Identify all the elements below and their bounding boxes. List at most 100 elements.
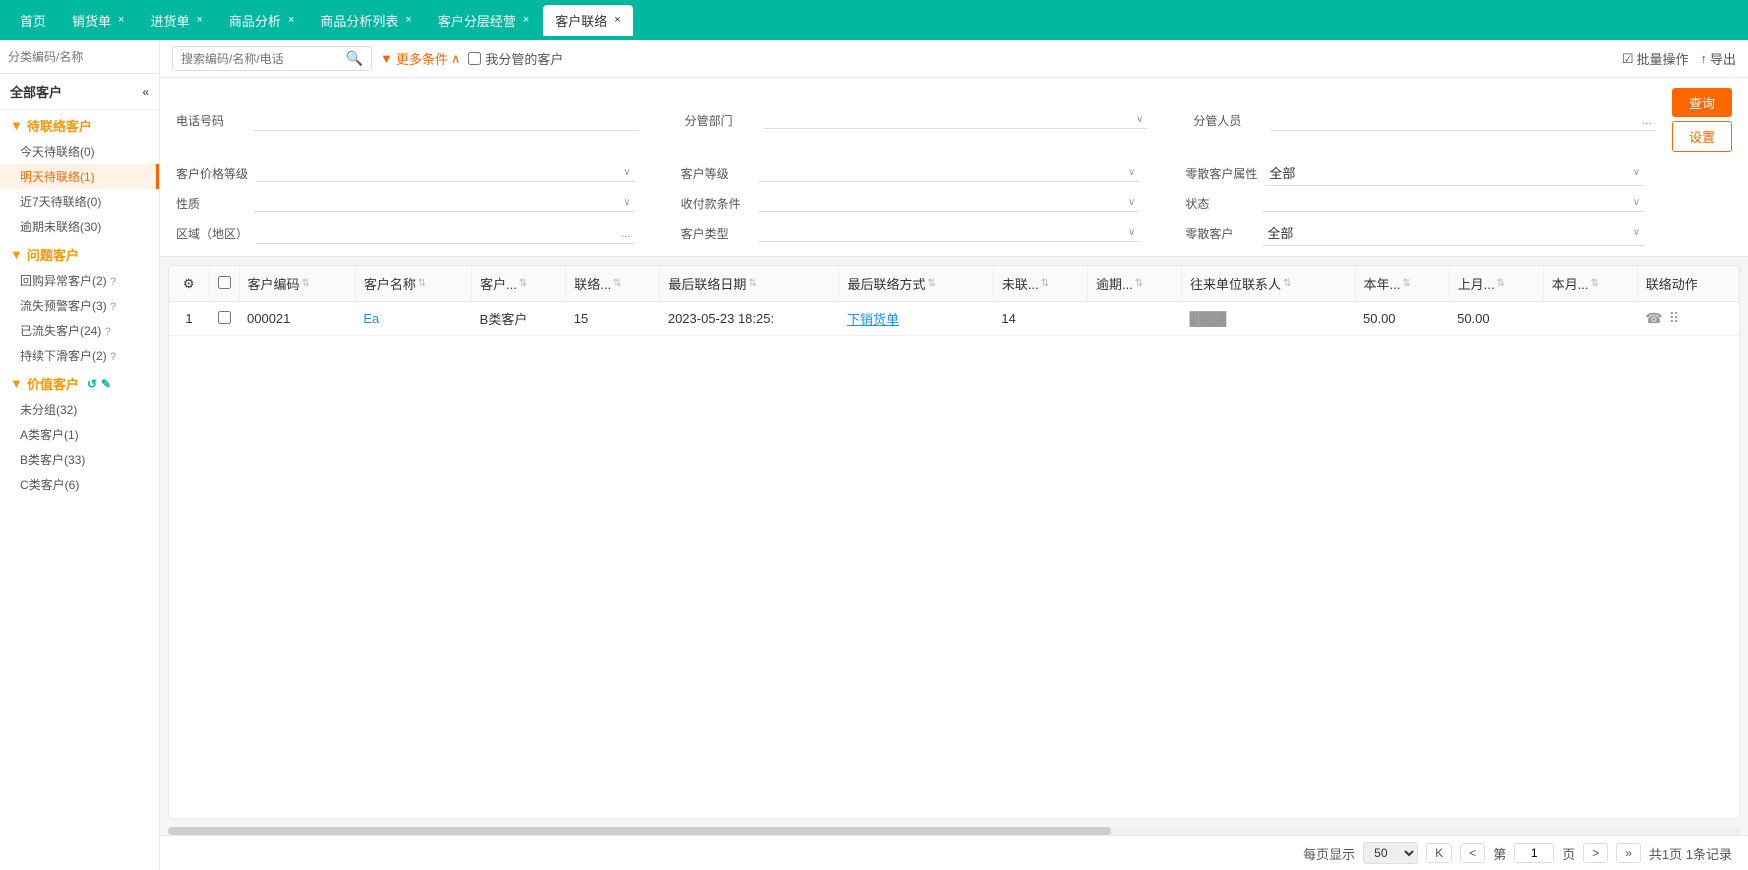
dept-select[interactable]: ∨: [763, 111, 1148, 129]
dots-icon[interactable]: ...: [1642, 113, 1652, 127]
col-header-overdue[interactable]: 逾期...⇅: [1087, 266, 1181, 302]
sidebar-all-customers[interactable]: 全部客户 «: [0, 74, 159, 110]
col-header-customer-name[interactable]: 客户名称⇅: [355, 266, 471, 302]
col-header-this-year[interactable]: 本年...⇅: [1355, 266, 1449, 302]
chevron-down-icon: ∨: [1136, 114, 1143, 125]
nav-sales-order[interactable]: 销货单 ×: [60, 5, 136, 36]
page-unit: 页: [1562, 844, 1575, 863]
col-header-settings[interactable]: ⚙: [169, 266, 209, 302]
batch-operation-btn[interactable]: ☑ 批量操作: [1622, 49, 1689, 68]
export-btn[interactable]: ↑ 导出: [1700, 49, 1736, 68]
search-icon[interactable]: 🔍: [346, 50, 363, 67]
status-label: 状态: [1185, 195, 1255, 212]
sidebar-item-class-b[interactable]: B类客户(33): [0, 447, 159, 472]
row-last-contact-method[interactable]: 下销货单: [839, 302, 993, 336]
sidebar-item-today-pending[interactable]: 今天待联络(0): [0, 139, 159, 164]
col-header-contact-count[interactable]: 联络...⇅: [566, 266, 660, 302]
content-area: 🔍 ▼ 更多条件 ∧ 我分管的客户 ☑ 批量操作 ↑ 导出: [160, 40, 1748, 870]
sidebar-item-7days-pending[interactable]: 近7天待联络(0): [0, 189, 159, 214]
table-row: 1 000021 Ea B类客户 15 2023-05-23 18:25: 下销…: [169, 302, 1739, 336]
phone-input[interactable]: [254, 110, 639, 131]
row-contact-person: ████: [1182, 302, 1355, 336]
sort-icon-2: ⇅: [418, 278, 426, 289]
nav-customer-contact[interactable]: 客户联络 ×: [543, 5, 632, 36]
filter-nature: 性质 ∨: [176, 194, 635, 212]
col-header-customer-type[interactable]: 客户...⇅: [472, 266, 566, 302]
retail-attr-select[interactable]: 全部 ∨: [1265, 160, 1644, 186]
col-header-last-month[interactable]: 上月...⇅: [1449, 266, 1543, 302]
col-header-this-month[interactable]: 本月...⇅: [1543, 266, 1637, 302]
first-page-btn[interactable]: K: [1426, 843, 1452, 863]
query-button[interactable]: 查询: [1672, 88, 1732, 117]
sidebar-search-input[interactable]: [8, 50, 160, 64]
sidebar-item-churn-warning[interactable]: 流失预警客户(3) ?: [0, 293, 159, 318]
sidebar-item-declining[interactable]: 持续下滑客户(2) ?: [0, 343, 159, 368]
action-more-icon[interactable]: ⠿: [1669, 310, 1679, 327]
contact-method-link[interactable]: 下销货单: [847, 312, 899, 327]
price-level-select[interactable]: ∨: [256, 164, 635, 182]
col-header-checkbox[interactable]: [209, 266, 239, 302]
search-input[interactable]: [181, 52, 342, 66]
chevron-down-icon-6: ∨: [1128, 197, 1135, 208]
row-checkbox[interactable]: [209, 302, 239, 336]
retail-customer-select[interactable]: 全部 ∨: [1263, 220, 1644, 246]
sort-icon-8: ⇅: [1135, 278, 1143, 289]
region-select[interactable]: ...: [256, 223, 635, 244]
payment-select[interactable]: ∨: [759, 194, 1140, 212]
person-select[interactable]: ...: [1271, 110, 1656, 131]
nav-close-icon[interactable]: ×: [118, 14, 124, 26]
action-phone-icon[interactable]: ☎: [1645, 310, 1662, 327]
customer-level-select[interactable]: ∨: [759, 164, 1140, 182]
select-all-checkbox[interactable]: [218, 276, 231, 289]
sidebar-item-class-c[interactable]: C类客户(6): [0, 472, 159, 497]
nav-close-icon-5[interactable]: ×: [523, 14, 529, 26]
sidebar-item-tomorrow-pending[interactable]: 明天待联络(1): [0, 164, 159, 189]
row-customer-name[interactable]: Ea: [355, 302, 471, 336]
row-select-checkbox[interactable]: [218, 311, 231, 324]
chevron-down-icon-7: ∨: [1633, 197, 1640, 208]
nav-close-icon-4[interactable]: ×: [405, 14, 411, 26]
row-last-month: 50.00: [1449, 302, 1543, 336]
nav-close-icon-3[interactable]: ×: [288, 14, 294, 26]
filter-status: 状态 ∨: [1185, 194, 1644, 212]
page-size-select[interactable]: 50 20 100: [1363, 842, 1418, 864]
sidebar-item-ungrouped[interactable]: 未分组(32): [0, 397, 159, 422]
col-header-last-contact-date[interactable]: 最后联络日期⇅: [660, 266, 839, 302]
sidebar-item-class-a[interactable]: A类客户(1): [0, 422, 159, 447]
nav-product-analysis[interactable]: 商品分析 ×: [217, 5, 306, 36]
col-header-last-contact-method[interactable]: 最后联络方式⇅: [839, 266, 993, 302]
filter-customer-level: 客户等级 ∨: [681, 164, 1140, 182]
nav-home[interactable]: 首页: [8, 5, 58, 36]
next-page-btn[interactable]: >: [1583, 843, 1608, 863]
scrollbar-thumb[interactable]: [168, 827, 1111, 835]
col-header-customer-code[interactable]: 客户编码⇅: [239, 266, 355, 302]
nav-customer-stratification[interactable]: 客户分层经营 ×: [426, 5, 541, 36]
status-select[interactable]: ∨: [1263, 194, 1644, 212]
sidebar-item-overdue-contact[interactable]: 逾期未联络(30): [0, 214, 159, 239]
my-customers-check[interactable]: [468, 52, 481, 65]
row-customer-code[interactable]: 000021: [239, 302, 355, 336]
advanced-filters: 电话号码 分管部门 ∨ 分管人员 ...: [160, 78, 1748, 257]
filter-row-2: 客户价格等级 ∨ 客户等级 ∨ 零散客户属性: [176, 160, 1732, 186]
sidebar-collapse-icon[interactable]: «: [142, 85, 149, 99]
nav-product-analysis-list[interactable]: 商品分析列表 ×: [308, 5, 423, 36]
row-last-contact-date: 2023-05-23 18:25:: [660, 302, 839, 336]
sidebar-item-churned[interactable]: 已流失客户(24) ?: [0, 318, 159, 343]
col-header-contact-person[interactable]: 往来单位联系人⇅: [1182, 266, 1355, 302]
col-header-uncontacted[interactable]: 未联...⇅: [993, 266, 1087, 302]
sidebar-item-abnormal-repurchase[interactable]: 回购异常客户(2) ?: [0, 268, 159, 293]
customer-type-select[interactable]: ∨: [759, 224, 1140, 242]
last-page-btn[interactable]: »: [1616, 843, 1641, 863]
reset-button[interactable]: 设置: [1672, 121, 1732, 152]
prev-page-btn[interactable]: <: [1460, 843, 1485, 863]
page-number-input[interactable]: [1514, 843, 1554, 863]
horizontal-scrollbar[interactable]: [168, 827, 1740, 835]
nature-select[interactable]: ∨: [254, 194, 635, 212]
row-customer-type: B类客户: [472, 302, 566, 336]
nav-purchase-order[interactable]: 进货单 ×: [138, 5, 214, 36]
nav-close-icon-6[interactable]: ×: [614, 14, 620, 26]
nav-close-icon-2[interactable]: ×: [196, 14, 202, 26]
dots-icon-2[interactable]: ...: [621, 226, 631, 240]
more-conditions-btn[interactable]: ▼ 更多条件 ∧: [380, 49, 460, 68]
my-customers-checkbox[interactable]: 我分管的客户: [468, 49, 563, 68]
